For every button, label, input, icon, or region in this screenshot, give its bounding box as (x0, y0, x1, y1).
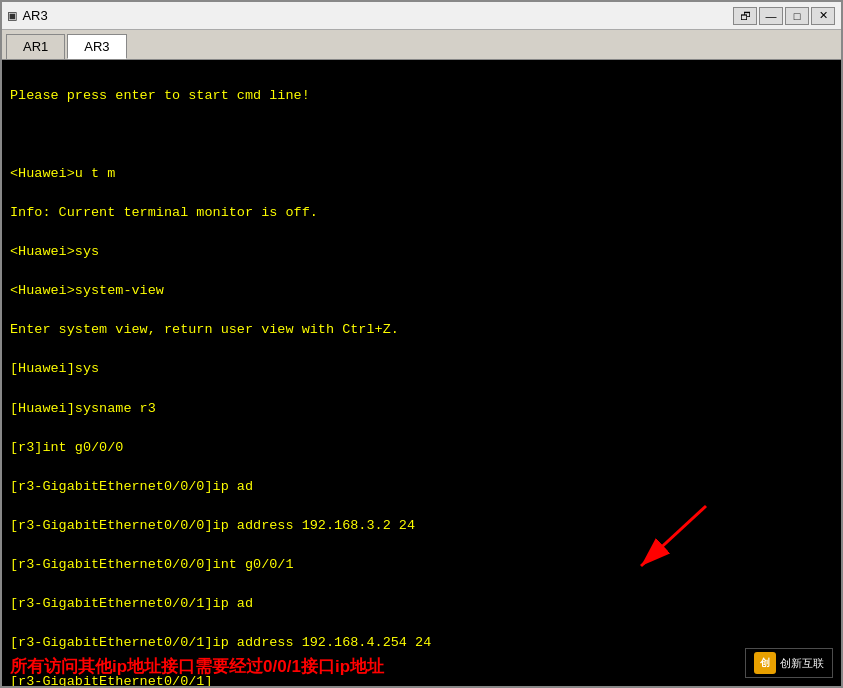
maximize-button[interactable]: □ (785, 7, 809, 25)
title-bar-left: ▣ AR3 (8, 7, 48, 24)
terminal-line-1: Please press enter to start cmd line! (10, 86, 833, 106)
title-bar: ▣ AR3 🗗 — □ ✕ (2, 2, 841, 30)
watermark-icon-text: 创 (760, 656, 770, 670)
terminal-line-8: [Huawei]sysname r3 (10, 399, 833, 419)
terminal-line-9: [r3]int g0/0/0 (10, 438, 833, 458)
terminal-line-3: Info: Current terminal monitor is off. (10, 203, 833, 223)
watermark: 创 创新互联 (745, 648, 833, 678)
terminal-line-10: [r3-GigabitEthernet0/0/0]ip ad (10, 477, 833, 497)
minimize-button[interactable]: — (759, 7, 783, 25)
terminal-area[interactable]: Please press enter to start cmd line! <H… (2, 60, 841, 686)
tab-ar1[interactable]: AR1 (6, 34, 65, 59)
main-window: ▣ AR3 🗗 — □ ✕ AR1 AR3 Please press enter… (0, 0, 843, 688)
tab-bar: AR1 AR3 (2, 30, 841, 60)
terminal-line-6: Enter system view, return user view with… (10, 320, 833, 340)
terminal-line-13: [r3-GigabitEthernet0/0/1]ip ad (10, 594, 833, 614)
annotation-text: 所有访问其他ip地址接口需要经过0/0/1接口ip地址 (10, 657, 384, 676)
terminal-line-12: [r3-GigabitEthernet0/0/0]int g0/0/1 (10, 555, 833, 575)
watermark-icon: 创 (754, 652, 776, 674)
terminal-line-5: <Huawei>system-view (10, 281, 833, 301)
close-button[interactable]: ✕ (811, 7, 835, 25)
bottom-annotation: 所有访问其他ip地址接口需要经过0/0/1接口ip地址 (10, 655, 701, 678)
title-bar-buttons: 🗗 — □ ✕ (733, 7, 835, 25)
watermark-box: 创 创新互联 (745, 648, 833, 678)
terminal-line-blank1 (10, 125, 833, 145)
terminal-output: Please press enter to start cmd line! <H… (10, 66, 833, 686)
terminal-line-2: <Huawei>u t m (10, 164, 833, 184)
watermark-label: 创新互联 (780, 656, 824, 671)
window-title: AR3 (22, 8, 47, 23)
terminal-line-7: [Huawei]sys (10, 359, 833, 379)
terminal-line-14: [r3-GigabitEthernet0/0/1]ip address 192.… (10, 633, 833, 653)
terminal-line-4: <Huawei>sys (10, 242, 833, 262)
restore-button[interactable]: 🗗 (733, 7, 757, 25)
window-icon: ▣ (8, 7, 16, 24)
terminal-line-11: [r3-GigabitEthernet0/0/0]ip address 192.… (10, 516, 833, 536)
tab-ar3[interactable]: AR3 (67, 34, 126, 59)
